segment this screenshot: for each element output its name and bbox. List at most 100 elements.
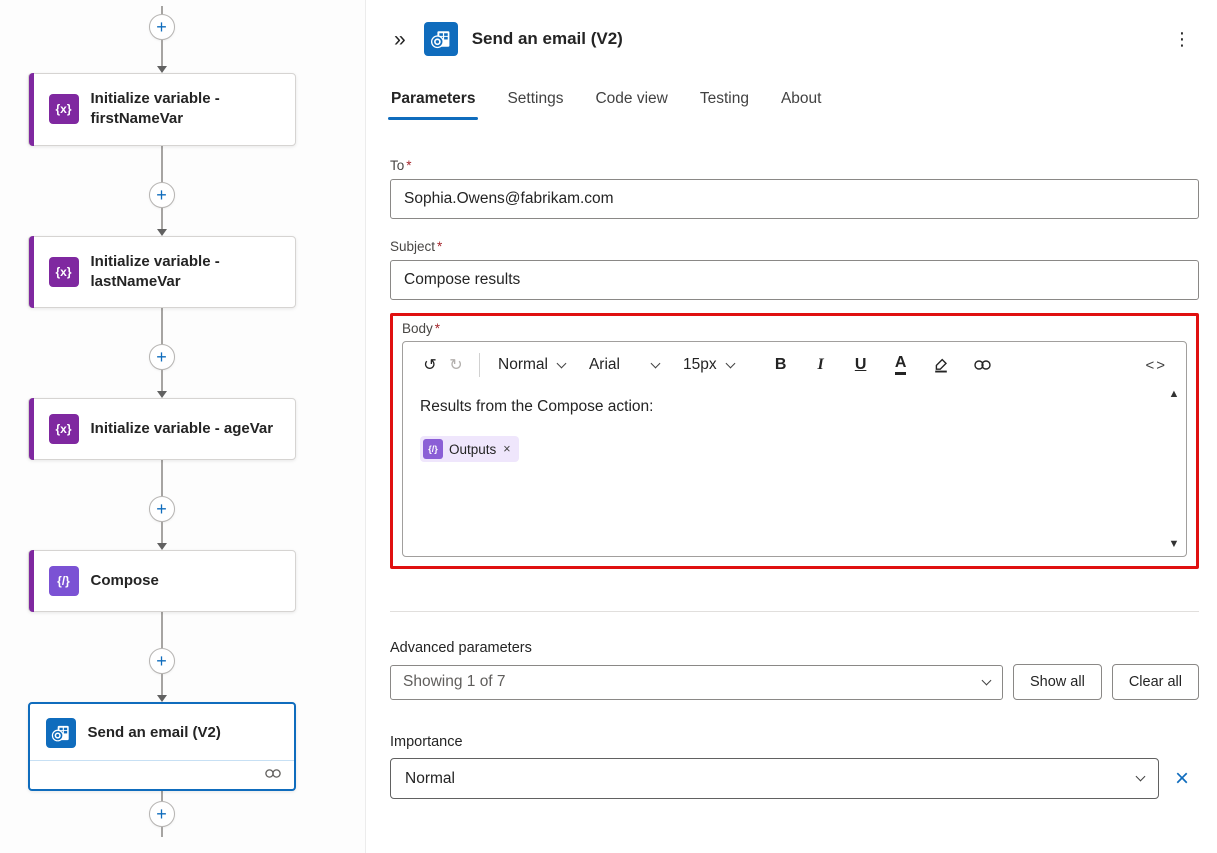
node-label: Initialize variable - lastNameVar bbox=[91, 252, 281, 293]
advanced-parameters-dropdown[interactable]: Showing 1 of 7 bbox=[390, 665, 1003, 700]
body-text: Results from the Compose action: bbox=[420, 398, 1152, 416]
paragraph-style-dropdown[interactable]: Normal bbox=[490, 351, 573, 379]
connection-icon[interactable] bbox=[264, 766, 282, 784]
connector-line bbox=[161, 460, 163, 496]
connector-line bbox=[161, 308, 163, 344]
collapse-panel-icon[interactable]: » bbox=[390, 27, 410, 52]
font-family-dropdown[interactable]: Arial bbox=[581, 351, 667, 379]
to-input[interactable] bbox=[390, 179, 1199, 219]
link-icon[interactable] bbox=[968, 351, 997, 379]
connector-line bbox=[161, 6, 163, 14]
add-action-button[interactable]: + bbox=[149, 14, 175, 40]
node-compose[interactable]: {/} Compose bbox=[28, 550, 296, 612]
add-action-button[interactable]: + bbox=[149, 344, 175, 370]
connector-line bbox=[161, 40, 163, 66]
chevron-down-icon bbox=[1136, 772, 1146, 782]
undo-icon[interactable]: ↺ bbox=[417, 351, 443, 379]
node-label: Compose bbox=[91, 571, 159, 591]
arrow-down-icon bbox=[157, 66, 167, 73]
connector-line bbox=[161, 522, 163, 543]
italic-button[interactable]: I bbox=[808, 351, 834, 379]
chevron-down-icon bbox=[982, 675, 992, 685]
connector: + bbox=[149, 6, 175, 73]
variable-icon: {x} bbox=[49, 414, 79, 444]
accent-bar bbox=[29, 398, 34, 460]
panel-header: » Send an email (V2) ⋮ bbox=[390, 22, 1199, 56]
annotation-highlight-red-box: Body* ↺ ↻ Normal Arial 15px B bbox=[390, 313, 1199, 569]
advanced-parameters-row: Showing 1 of 7 Show all Clear all bbox=[390, 664, 1199, 700]
connector-line bbox=[161, 827, 163, 837]
chevron-down-icon bbox=[651, 358, 661, 368]
connector: + bbox=[149, 460, 175, 550]
workflow-canvas: + {x} Initialize variable - firstNameVar… bbox=[0, 0, 366, 853]
outlook-icon bbox=[46, 718, 76, 748]
add-action-button[interactable]: + bbox=[149, 496, 175, 522]
action-details-panel: » Send an email (V2) ⋮ Parameters Settin… bbox=[366, 0, 1217, 853]
advanced-parameters-label: Advanced parameters bbox=[390, 640, 1199, 656]
arrow-down-icon bbox=[157, 229, 167, 236]
bold-button[interactable]: B bbox=[768, 351, 794, 379]
redo-icon[interactable]: ↻ bbox=[443, 351, 469, 379]
subject-input[interactable] bbox=[390, 260, 1199, 300]
editor-toolbar: ↺ ↻ Normal Arial 15px B I U A bbox=[403, 342, 1186, 384]
remove-token-icon[interactable]: × bbox=[503, 442, 510, 456]
connector-line bbox=[161, 146, 163, 182]
rich-text-editor: ↺ ↻ Normal Arial 15px B I U A bbox=[402, 341, 1187, 557]
chevron-down-icon bbox=[557, 358, 567, 368]
scroll-up-icon[interactable]: ▲ bbox=[1167, 386, 1182, 402]
tab-settings[interactable]: Settings bbox=[506, 88, 564, 120]
connector-line bbox=[161, 208, 163, 229]
font-size-dropdown[interactable]: 15px bbox=[675, 351, 742, 379]
connector-line bbox=[161, 612, 163, 648]
required-asterisk: * bbox=[437, 239, 442, 254]
code-view-icon[interactable]: <> bbox=[1140, 351, 1172, 379]
connector: + bbox=[149, 791, 175, 837]
accent-bar bbox=[29, 236, 34, 309]
body-label: Body* bbox=[402, 321, 1187, 336]
tab-testing[interactable]: Testing bbox=[699, 88, 750, 120]
tab-code-view[interactable]: Code view bbox=[594, 88, 668, 120]
node-initialize-firstnamevar[interactable]: {x} Initialize variable - firstNameVar bbox=[28, 73, 296, 146]
arrow-down-icon bbox=[157, 695, 167, 702]
page-title: Send an email (V2) bbox=[472, 29, 623, 49]
to-label: To* bbox=[390, 158, 1199, 173]
token-label: Outputs bbox=[449, 442, 496, 457]
importance-row: Normal × bbox=[390, 758, 1199, 799]
toolbar-divider bbox=[479, 353, 480, 377]
editor-scrollbar[interactable]: ▲ ▼ bbox=[1165, 386, 1183, 552]
chevron-down-icon bbox=[725, 358, 735, 368]
importance-dropdown[interactable]: Normal bbox=[390, 758, 1159, 799]
body-editor-content[interactable]: Results from the Compose action: {/} Out… bbox=[403, 384, 1186, 556]
add-action-button[interactable]: + bbox=[149, 182, 175, 208]
node-label: Send an email (V2) bbox=[88, 723, 221, 743]
clear-field-icon[interactable]: × bbox=[1173, 767, 1199, 791]
compose-icon: {/} bbox=[49, 566, 79, 596]
arrow-down-icon bbox=[157, 543, 167, 550]
required-asterisk: * bbox=[406, 158, 411, 173]
clear-all-button[interactable]: Clear all bbox=[1112, 664, 1199, 700]
highlight-color-icon[interactable] bbox=[928, 351, 954, 379]
outputs-token[interactable]: {/} Outputs × bbox=[420, 436, 519, 462]
node-label: Initialize variable - ageVar bbox=[91, 419, 274, 439]
connector-line bbox=[161, 674, 163, 695]
connector: + bbox=[149, 612, 175, 702]
underline-button[interactable]: U bbox=[848, 351, 874, 379]
show-all-button[interactable]: Show all bbox=[1013, 664, 1102, 700]
text-color-button[interactable]: A bbox=[888, 351, 914, 379]
node-initialize-agevar[interactable]: {x} Initialize variable - ageVar bbox=[28, 398, 296, 460]
tab-parameters[interactable]: Parameters bbox=[390, 88, 476, 120]
add-action-button[interactable]: + bbox=[149, 648, 175, 674]
add-action-button[interactable]: + bbox=[149, 801, 175, 827]
scroll-down-icon[interactable]: ▼ bbox=[1167, 536, 1182, 552]
node-initialize-lastnamevar[interactable]: {x} Initialize variable - lastNameVar bbox=[28, 236, 296, 309]
connector-line bbox=[161, 370, 163, 391]
connector: + bbox=[149, 146, 175, 236]
tab-about[interactable]: About bbox=[780, 88, 823, 120]
section-divider bbox=[390, 611, 1199, 612]
tab-bar: Parameters Settings Code view Testing Ab… bbox=[390, 88, 1199, 120]
variable-icon: {x} bbox=[49, 94, 79, 124]
outlook-icon bbox=[424, 22, 458, 56]
more-options-icon[interactable]: ⋮ bbox=[1165, 27, 1199, 52]
node-label: Initialize variable - firstNameVar bbox=[91, 89, 281, 130]
node-send-email[interactable]: Send an email (V2) bbox=[28, 702, 296, 791]
